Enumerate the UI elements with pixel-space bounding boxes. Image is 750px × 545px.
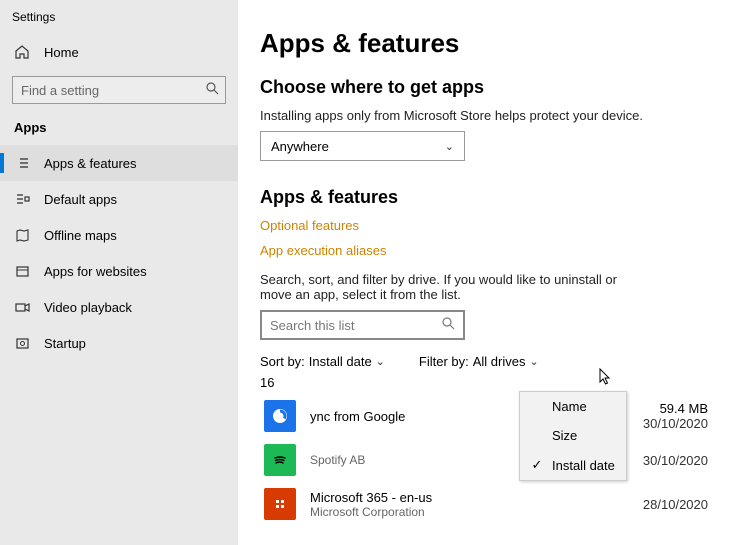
section-heading: Apps & features <box>260 187 728 208</box>
sort-value: Install date <box>309 354 372 369</box>
settings-search[interactable] <box>12 76 226 104</box>
app-list: ync from Google 59.4 MB 30/10/2020 Spoti… <box>260 394 728 526</box>
app-row[interactable]: Microsoft 365 - en-us Microsoft Corporat… <box>260 482 728 526</box>
startup-icon <box>14 335 30 351</box>
sort-option-size[interactable]: Size <box>520 421 626 450</box>
list-icon <box>14 155 30 171</box>
select-value: Anywhere <box>271 139 329 154</box>
app-source-select[interactable]: Anywhere ⌄ <box>260 131 465 161</box>
nav-label: Default apps <box>44 192 117 207</box>
home-icon <box>14 44 30 60</box>
filter-by-dropdown[interactable]: Filter by: All drives ⌄ <box>419 354 539 369</box>
source-description: Installing apps only from Microsoft Stor… <box>260 108 728 123</box>
nav-label: Apps for websites <box>44 264 147 279</box>
filter-value: All drives <box>473 354 526 369</box>
websites-icon <box>14 263 30 279</box>
option-label: Size <box>552 428 577 443</box>
app-date: 28/10/2020 <box>643 497 708 512</box>
search-icon <box>206 82 219 98</box>
sort-dropdown-menu: Name Size ✓ Install date <box>519 391 627 481</box>
search-placeholder-text: Search this list <box>270 318 355 333</box>
nav-offline-maps[interactable]: Offline maps <box>0 217 238 253</box>
app-size: 59.4 MB <box>660 401 708 416</box>
nav-apps-features[interactable]: Apps & features <box>0 145 238 181</box>
app-icon <box>264 444 296 476</box>
sort-by-dropdown[interactable]: Sort by: Install date ⌄ <box>260 354 385 369</box>
main-content: Apps & features Choose where to get apps… <box>238 0 750 545</box>
home-label: Home <box>44 45 79 60</box>
chevron-down-icon: ⌄ <box>445 140 454 153</box>
search-icon <box>442 317 455 333</box>
app-count: 16 <box>260 375 728 390</box>
nav-label: Video playback <box>44 300 132 315</box>
optional-features-link[interactable]: Optional features <box>260 218 728 233</box>
app-list-search[interactable]: Search this list <box>260 310 465 340</box>
app-publisher: Microsoft Corporation <box>310 505 606 519</box>
filter-label: Filter by: <box>419 354 469 369</box>
app-date: 30/10/2020 <box>643 416 708 431</box>
option-label: Name <box>552 399 587 414</box>
filter-bar: Sort by: Install date ⌄ Filter by: All d… <box>260 354 728 369</box>
nav-label: Offline maps <box>44 228 117 243</box>
nav-label: Startup <box>44 336 86 351</box>
map-icon <box>14 227 30 243</box>
source-heading: Choose where to get apps <box>260 77 728 98</box>
list-description: Search, sort, and filter by drive. If yo… <box>260 272 620 302</box>
chevron-down-icon: ⌄ <box>529 355 538 368</box>
nav-startup[interactable]: Startup <box>0 325 238 361</box>
app-icon <box>264 400 296 432</box>
nav-apps-for-websites[interactable]: Apps for websites <box>0 253 238 289</box>
nav-default-apps[interactable]: Default apps <box>0 181 238 217</box>
app-row[interactable]: ync from Google 59.4 MB 30/10/2020 <box>260 394 728 438</box>
app-date: 30/10/2020 <box>643 453 708 468</box>
video-icon <box>14 299 30 315</box>
sidebar: Settings Home Apps Apps & features Defau… <box>0 0 238 545</box>
sort-label: Sort by: <box>260 354 305 369</box>
chevron-down-icon: ⌄ <box>376 355 385 368</box>
app-execution-aliases-link[interactable]: App execution aliases <box>260 243 728 258</box>
page-title: Apps & features <box>260 28 728 59</box>
nav-label: Apps & features <box>44 156 137 171</box>
window-title: Settings <box>0 8 238 36</box>
defaults-icon <box>14 191 30 207</box>
sort-option-install-date[interactable]: ✓ Install date <box>520 450 626 480</box>
settings-search-input[interactable] <box>12 76 226 104</box>
sort-option-name[interactable]: Name <box>520 392 626 421</box>
home-button[interactable]: Home <box>0 36 238 68</box>
app-icon <box>264 488 296 520</box>
option-label: Install date <box>552 458 615 473</box>
category-heading: Apps <box>0 116 238 145</box>
nav-video-playback[interactable]: Video playback <box>0 289 238 325</box>
app-name: Microsoft 365 - en-us <box>310 490 606 505</box>
app-row[interactable]: Spotify AB 30/10/2020 <box>260 438 728 482</box>
check-icon: ✓ <box>530 457 544 473</box>
